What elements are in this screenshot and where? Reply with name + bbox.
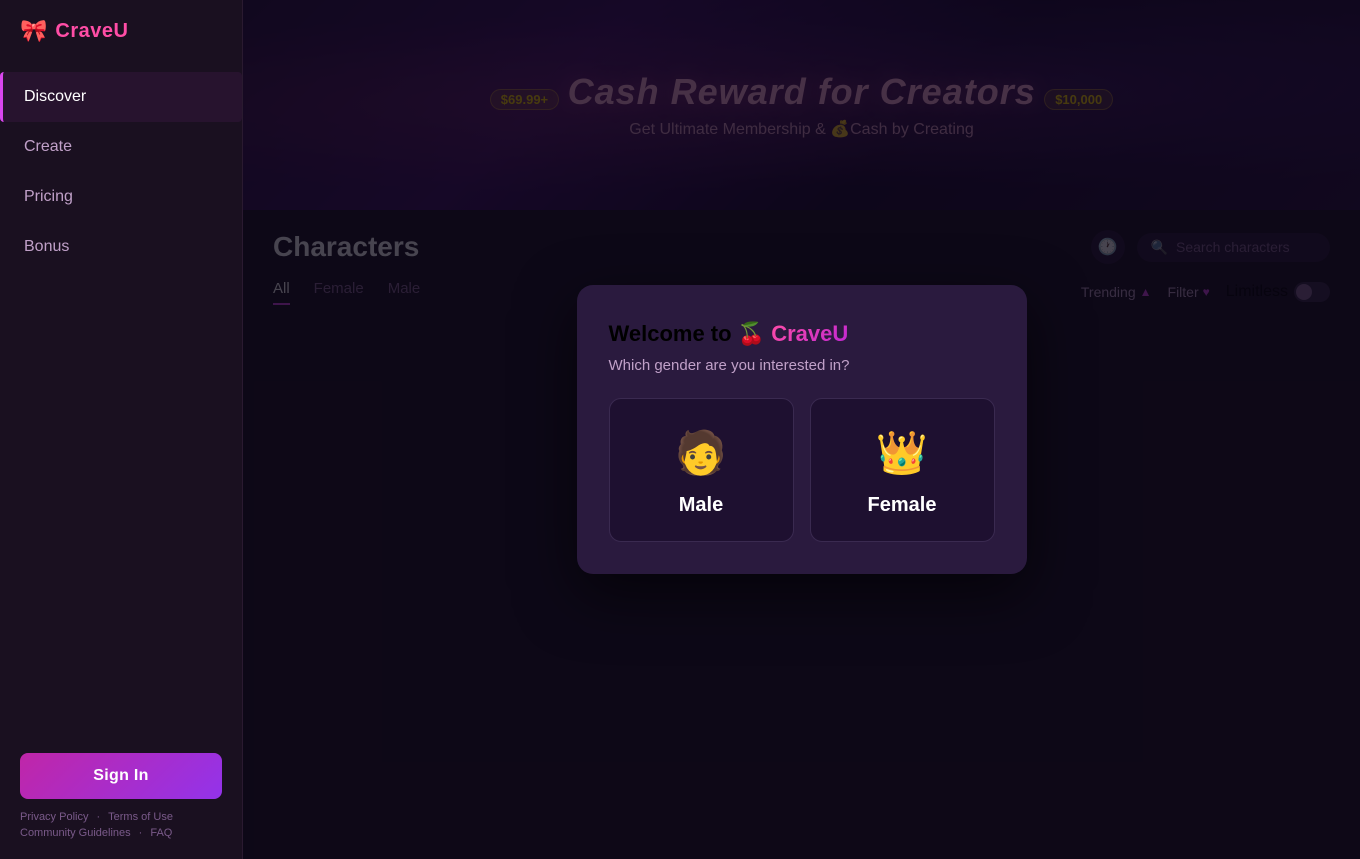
modal-title: Welcome to 🍒 CraveU	[609, 321, 995, 347]
logo-area[interactable]: 🎀 CraveU	[0, 0, 242, 62]
modal-brand-text: CraveU	[771, 321, 848, 346]
main-content: $69.99+ Cash Reward for Creators $10,000…	[243, 0, 1360, 859]
privacy-policy-link[interactable]: Privacy Policy	[20, 811, 88, 823]
sidebar-item-pricing[interactable]: Pricing	[0, 172, 242, 222]
terms-link[interactable]: Terms of Use	[108, 811, 173, 823]
sidebar-item-create[interactable]: Create	[0, 122, 242, 172]
female-label: Female	[868, 494, 937, 517]
modal-overlay[interactable]: Welcome to 🍒 CraveU Which gender are you…	[243, 0, 1360, 859]
sidebar: 🎀 CraveU Discover Create Pricing Bonus S…	[0, 0, 243, 859]
sidebar-item-bonus[interactable]: Bonus	[0, 222, 242, 272]
sidebar-bottom: Sign In Privacy Policy · Terms of Use Co…	[0, 733, 242, 859]
modal-subtitle: Which gender are you interested in?	[609, 357, 995, 374]
sidebar-nav: Discover Create Pricing Bonus	[0, 72, 242, 733]
gender-options: 🧑 Male 👑 Female	[609, 398, 995, 542]
community-guidelines-link[interactable]: Community Guidelines	[20, 827, 131, 839]
sidebar-item-discover[interactable]: Discover	[0, 72, 242, 122]
gender-card-male[interactable]: 🧑 Male	[609, 398, 794, 542]
faq-link[interactable]: FAQ	[150, 827, 172, 839]
footer-links: Privacy Policy · Terms of Use Community …	[20, 811, 222, 839]
logo-icon: 🎀	[20, 18, 47, 44]
welcome-modal: Welcome to 🍒 CraveU Which gender are you…	[577, 285, 1027, 574]
sign-in-button[interactable]: Sign In	[20, 753, 222, 799]
logo-text: CraveU	[55, 20, 128, 43]
female-emoji: 👑	[876, 429, 928, 478]
male-label: Male	[679, 494, 723, 517]
male-emoji: 🧑	[675, 429, 727, 478]
gender-card-female[interactable]: 👑 Female	[810, 398, 995, 542]
modal-title-text: Welcome to 🍒	[609, 321, 772, 346]
